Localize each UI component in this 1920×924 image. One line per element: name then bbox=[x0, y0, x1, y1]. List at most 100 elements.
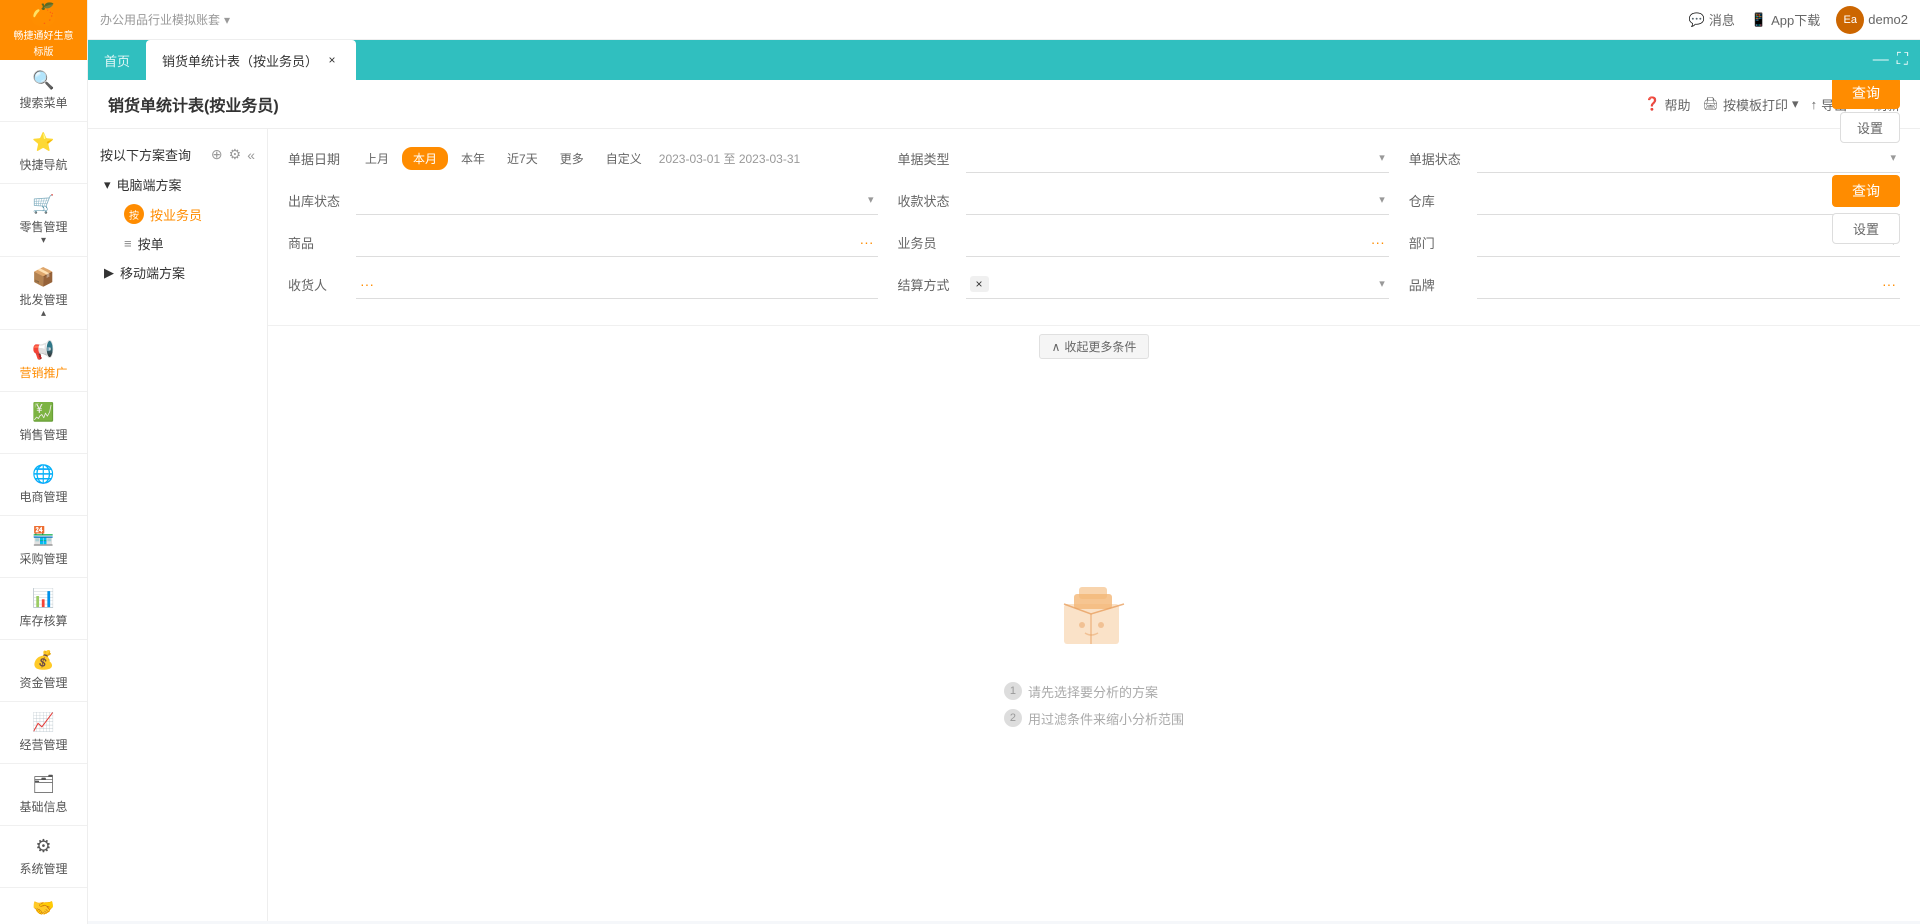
sidebar-item-inventory[interactable]: 📊 库存核算 bbox=[0, 578, 88, 640]
receipt-status-select[interactable]: ▾ bbox=[966, 185, 1389, 215]
out-status-label: 出库状态 bbox=[288, 191, 348, 210]
page-content: 销货单统计表(按业务员) ❓ 帮助 🖨 按模板打印 ▾ ↑ 导出 ↻ 刷新 bbox=[88, 80, 1920, 924]
doc-status-chevron: ▾ bbox=[1890, 151, 1896, 164]
tree-node-mobile-label: 移动端方案 bbox=[120, 263, 185, 282]
doc-status-select[interactable]: ▾ bbox=[1477, 143, 1900, 173]
settings-scheme-icon[interactable]: ⚙ bbox=[229, 146, 242, 163]
nav-icon: ⭐ bbox=[32, 132, 54, 153]
consignee-more-icon[interactable]: ··· bbox=[360, 276, 374, 292]
tab-maximize-icon[interactable]: ⛶ bbox=[1897, 51, 1908, 69]
help-icon: ❓ bbox=[1644, 96, 1660, 112]
sidebar-label-finance: 资金管理 bbox=[19, 674, 67, 691]
sidebar-item-operations[interactable]: 📈 经营管理 bbox=[0, 702, 88, 764]
date-btn-last-7-days[interactable]: 近7天 bbox=[498, 147, 547, 170]
tree-node-mobile[interactable]: ▶ 移动端方案 bbox=[88, 258, 267, 287]
date-btn-last-month[interactable]: 上月 bbox=[356, 147, 398, 170]
tab-home[interactable]: 首页 bbox=[88, 40, 146, 80]
sidebar-item-purchase[interactable]: 🏪 采购管理 bbox=[0, 516, 88, 578]
goods-select[interactable]: ··· bbox=[356, 227, 878, 257]
floating-buttons: 查询 设置 bbox=[1832, 175, 1900, 244]
tab-sales-stats[interactable]: 销货单统计表（按业务员） × bbox=[146, 40, 356, 80]
goods-control: ··· bbox=[356, 227, 878, 257]
message-icon: 💬 bbox=[1689, 12, 1705, 28]
sidebar-item-quick-nav[interactable]: ⭐ 快捷导航 bbox=[0, 122, 88, 184]
query-button-float[interactable]: 查询 bbox=[1832, 175, 1900, 207]
date-range-bar: 上月 本月 本年 近7天 更多 自定义 2023-03-01 至 2023-03… bbox=[356, 147, 878, 170]
collapse-button[interactable]: ∧ 收起更多条件 bbox=[1039, 334, 1150, 359]
settlement-tag: × bbox=[970, 276, 989, 292]
brand-more-icon[interactable]: ··· bbox=[1882, 276, 1896, 292]
page-header: 销货单统计表(按业务员) ❓ 帮助 🖨 按模板打印 ▾ ↑ 导出 ↻ 刷新 bbox=[88, 80, 1920, 129]
enterprise-icon: 🤝 bbox=[32, 898, 54, 919]
message-action[interactable]: 💬 消息 bbox=[1689, 10, 1735, 29]
breadcrumb-dropdown-icon[interactable]: ▾ bbox=[224, 13, 230, 27]
filter-item-warehouse: 仓库 ··· bbox=[1409, 185, 1900, 215]
settings-button-float[interactable]: 设置 bbox=[1832, 213, 1900, 244]
filter-item-receipt-status: 收款状态 ▾ bbox=[898, 185, 1389, 215]
date-btn-more[interactable]: 更多 bbox=[551, 147, 593, 170]
receipt-status-control: ▾ bbox=[966, 185, 1389, 215]
query-button[interactable]: 查询 bbox=[1832, 80, 1900, 109]
salesperson-select[interactable]: ··· bbox=[966, 227, 1389, 257]
sidebar-item-system[interactable]: ⚙ 系统管理 bbox=[0, 826, 88, 888]
sidebar-label-operations: 经营管理 bbox=[19, 736, 67, 753]
user-action[interactable]: Ea demo2 bbox=[1836, 6, 1908, 34]
export-icon: ↑ bbox=[1811, 97, 1818, 112]
sidebar-label-retail: 零售管理 bbox=[19, 218, 67, 235]
print-action[interactable]: 🖨 按模板打印 ▾ bbox=[1703, 95, 1799, 114]
tab-minimize-icon[interactable]: — bbox=[1873, 51, 1889, 69]
salesperson-more-icon[interactable]: ··· bbox=[1371, 234, 1385, 250]
tabbar: 首页 销货单统计表（按业务员） × — ⛶ bbox=[88, 40, 1920, 80]
sidebar-item-wholesale[interactable]: 📦 批发管理 ▴ bbox=[0, 257, 88, 330]
salesperson-filter-label: 业务员 bbox=[898, 233, 958, 252]
wholesale-icon: 📦 bbox=[32, 267, 54, 288]
settlement-tag-close[interactable]: × bbox=[976, 277, 983, 291]
sidebar-item-ecommerce[interactable]: 🌐 电商管理 bbox=[0, 454, 88, 516]
sidebar-item-sales[interactable]: 💹 销售管理 bbox=[0, 392, 88, 454]
goods-more-icon[interactable]: ··· bbox=[860, 234, 874, 250]
tree-node-desktop[interactable]: ▾ 电脑端方案 bbox=[88, 170, 267, 199]
app-download-action[interactable]: 📱 App下载 bbox=[1751, 10, 1820, 29]
consignee-field[interactable]: ··· bbox=[356, 269, 878, 299]
empty-illustration bbox=[1049, 569, 1139, 662]
filter-item-salesperson: 业务员 ··· bbox=[898, 227, 1389, 257]
empty-tips: 1 请先选择要分析的方案 2 用过滤条件来缩小分析范围 bbox=[1004, 682, 1184, 728]
out-status-select[interactable]: ▾ bbox=[356, 185, 878, 215]
sidebar-item-enterprise[interactable]: 🤝 企业协同 bbox=[0, 888, 88, 924]
sidebar-item-search[interactable]: 🔍 搜索菜单 bbox=[0, 60, 88, 122]
sidebar-item-retail[interactable]: 🛒 零售管理 ▾ bbox=[0, 184, 88, 257]
date-btn-this-month[interactable]: 本月 bbox=[402, 147, 448, 170]
date-btn-this-year[interactable]: 本年 bbox=[452, 147, 494, 170]
chevron-down-icon: ▾ bbox=[41, 235, 46, 246]
collapse-panel-icon[interactable]: « bbox=[247, 147, 255, 163]
app-logo: 🍊 畅捷通好生意 标版 bbox=[0, 0, 88, 60]
brand-select[interactable]: ··· bbox=[1477, 269, 1900, 299]
filter-row-1: 单据日期 上月 本月 本年 近7天 更多 自定义 bbox=[288, 143, 1900, 173]
tree-item-by-salesperson[interactable]: 按 按业务员 bbox=[112, 199, 267, 229]
tab-close-icon[interactable]: × bbox=[324, 52, 340, 68]
system-icon: ⚙ bbox=[35, 836, 51, 857]
doc-type-select[interactable]: ▾ bbox=[966, 143, 1389, 173]
sidebar-item-marketing[interactable]: 📢 营销推广 bbox=[0, 330, 88, 392]
settlement-field[interactable]: × ▾ bbox=[966, 269, 1389, 299]
ecommerce-icon: 🌐 bbox=[32, 464, 54, 485]
empty-icon bbox=[1049, 569, 1139, 659]
help-action[interactable]: ❓ 帮助 bbox=[1644, 95, 1690, 114]
sidebar-label-quick-nav: 快捷导航 bbox=[19, 156, 67, 173]
topbar: 办公用品行业模拟账套 ▾ 💬 消息 📱 App下载 Ea demo2 bbox=[88, 0, 1920, 40]
logo-icon: 🍊 bbox=[30, 2, 57, 28]
goods-label: 商品 bbox=[288, 233, 348, 252]
sidebar-label-search: 搜索菜单 bbox=[19, 94, 67, 111]
search-icon: 🔍 bbox=[32, 70, 54, 91]
add-scheme-icon[interactable]: ⊕ bbox=[211, 146, 223, 163]
order-icon: ≡ bbox=[124, 236, 132, 251]
collapse-bar: ∧ 收起更多条件 bbox=[268, 325, 1920, 367]
tree-item-by-order[interactable]: ≡ 按单 bbox=[112, 229, 267, 258]
date-btn-custom[interactable]: 自定义 bbox=[597, 147, 651, 170]
filter-row-2: 出库状态 ▾ 收款状态 bbox=[288, 185, 1900, 215]
filter-item-doc-type: 单据类型 ▾ bbox=[898, 143, 1389, 173]
sidebar-label-inventory: 库存核算 bbox=[19, 612, 67, 629]
sidebar-item-finance[interactable]: 💰 资金管理 bbox=[0, 640, 88, 702]
sidebar-item-basic-info[interactable]: 🗂 基础信息 bbox=[0, 764, 88, 826]
settings-button[interactable]: 设置 bbox=[1840, 112, 1900, 143]
